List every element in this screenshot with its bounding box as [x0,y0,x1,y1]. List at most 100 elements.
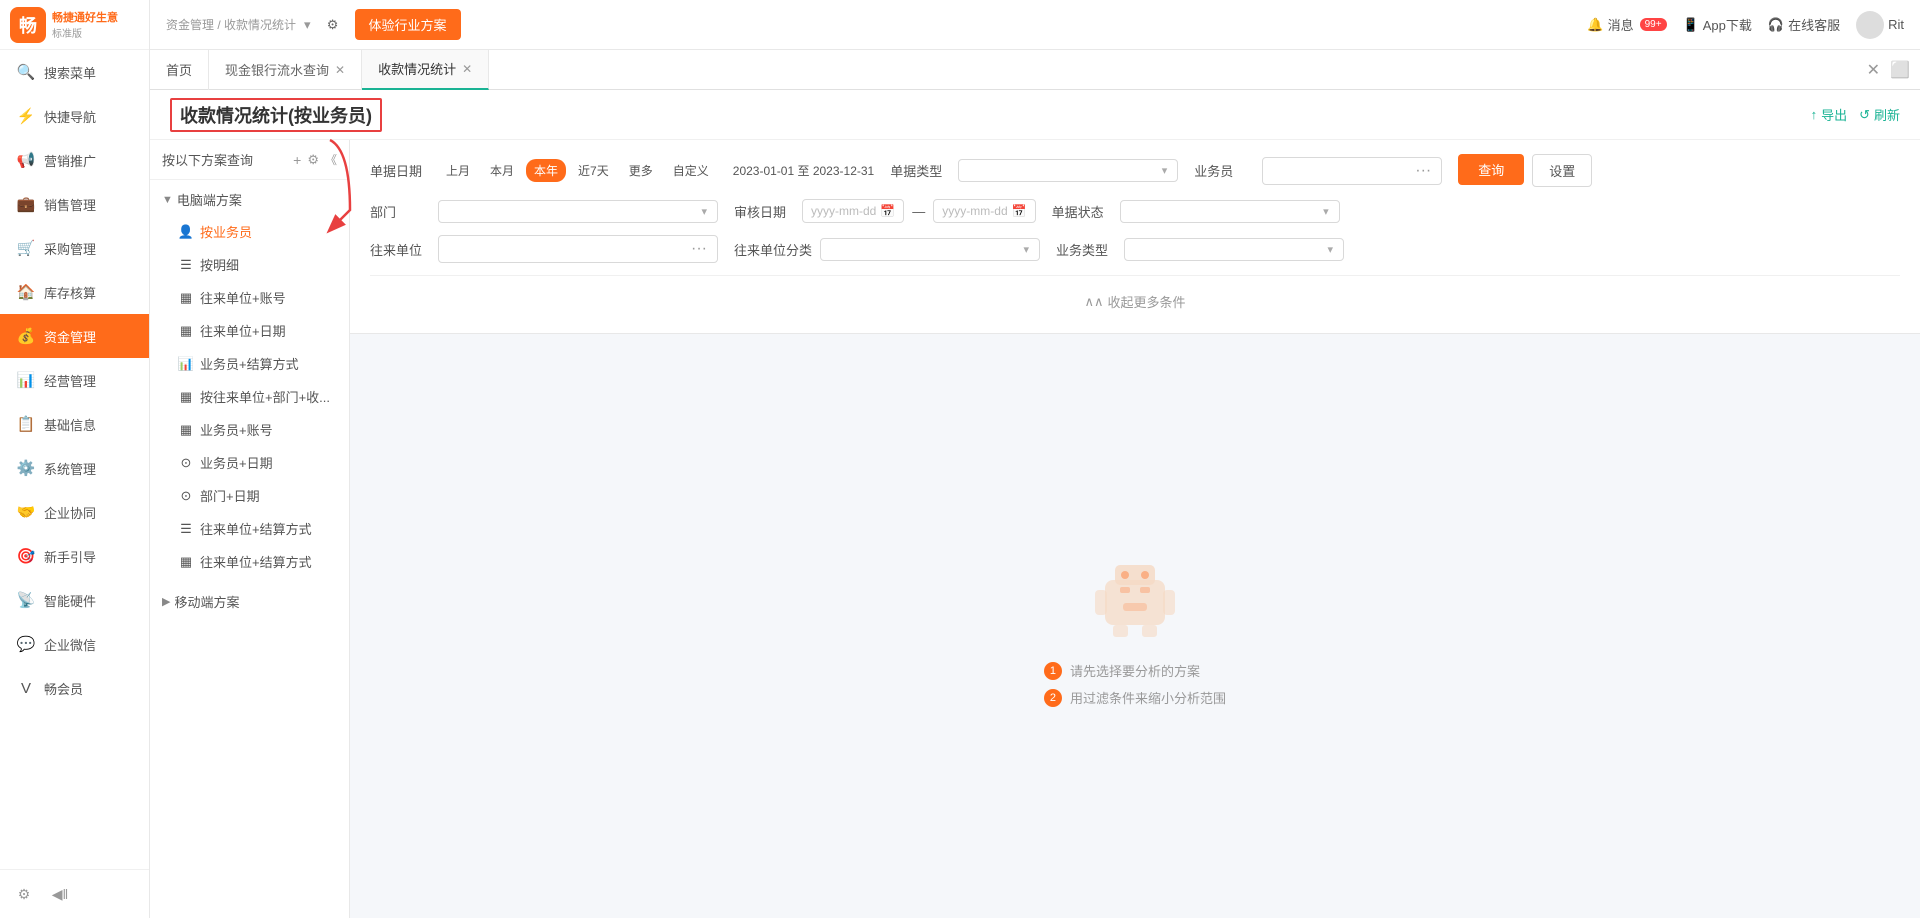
date-tab-more[interactable]: 更多 [621,159,661,182]
sidebar-item-basic[interactable]: 📋 基础信息 [0,402,149,446]
date-tab-custom[interactable]: 自定义 [665,159,717,182]
sidebar-item-wechat[interactable]: 💬 企业微信 [0,622,149,666]
logo-area: 畅 畅捷通好生意 标准版 [0,0,149,50]
sidebar-item-finance[interactable]: 💰 资金管理 [0,314,149,358]
trial-button[interactable]: 体验行业方案 [355,9,461,40]
sidebar-item-purchase[interactable]: 🛒 采购管理 [0,226,149,270]
empty-illustration [1085,545,1185,645]
add-scheme-icon[interactable]: + [293,152,301,168]
app-download-button[interactable]: 📱 App下载 [1683,15,1752,34]
scheme-item-unit-date[interactable]: ▦ 往来单位+日期 [150,314,349,347]
counterpart-type-select[interactable]: ▾ [820,238,1040,261]
scheme-item-by-detail[interactable]: ☰ 按明细 [150,248,349,281]
tab-home[interactable]: 首页 [150,50,209,90]
export-icon: ↑ [1811,107,1818,122]
empty-hint-2: 2 用过滤条件来缩小分析范围 [1044,688,1226,707]
sidebar-item-member[interactable]: V 畅会员 [0,666,149,710]
online-service-button[interactable]: 🎧 在线客服 [1768,15,1840,34]
sidebar-item-marketing[interactable]: 📢 营销推广 [0,138,149,182]
user-info[interactable]: Rit [1856,11,1904,39]
date-range-display: 2023-01-01 至 2023-12-31 [733,162,874,179]
sidebar-item-corp[interactable]: 🤝 企业协同 [0,490,149,534]
biz-type-filter: 业务类型 ▾ [1056,238,1344,261]
topbar-settings-icon[interactable]: ⚙ [319,11,347,39]
scheme-item-unit-account[interactable]: ▦ 往来单位+账号 [150,281,349,314]
settings-button[interactable]: 设置 [1532,154,1592,187]
sidebar-item-hardware[interactable]: 📡 智能硬件 [0,578,149,622]
sidebar-item-guide[interactable]: 🎯 新手引导 [0,534,149,578]
export-button[interactable]: ↑ 导出 [1811,105,1848,124]
scheme-item-by-staff[interactable]: 👤 按业务员 [150,215,349,248]
topbar: 资金管理 / 收款情况统计 ▾ ⚙ 体验行业方案 🔔 消息 99+ 📱 App下… [150,0,1920,50]
voucher-status-select[interactable]: ▾ [1120,200,1340,223]
search-icon: 🔍 [16,62,36,82]
refresh-button[interactable]: ↺ 刷新 [1859,105,1900,124]
unit-method1-icon: ☰ [178,521,194,537]
counterpart-more-icon[interactable]: ··· [691,240,707,258]
panel-collapse-icon[interactable]: 《 [325,151,337,168]
user-avatar [1856,11,1884,39]
tab-close-all-icon[interactable]: ✕ [1867,60,1880,80]
counterpart-type-label: 往来单位分类 [734,240,812,259]
counterpart-select[interactable]: ··· [438,235,718,263]
tab-bank[interactable]: 现金银行流水查询 ✕ [209,50,362,90]
dept-select[interactable]: ▾ [438,200,718,223]
scheme-item-unit-dept-coll[interactable]: ▦ 按往来单位+部门+收... [150,380,349,413]
refresh-icon: ↺ [1859,107,1870,123]
breadcrumb-dropdown-icon[interactable]: ▾ [304,17,311,33]
scheme-item-staff-method[interactable]: 📊 业务员+结算方式 [150,347,349,380]
scheme-item-unit-method1[interactable]: ☰ 往来单位+结算方式 [150,512,349,545]
main-content: 资金管理 / 收款情况统计 ▾ ⚙ 体验行业方案 🔔 消息 99+ 📱 App下… [150,0,1920,918]
sidebar-item-quicknav[interactable]: ⚡ 快捷导航 [0,94,149,138]
tabbar: 首页 现金银行流水查询 ✕ 收款情况统计 ✕ ✕ ⬜ [150,50,1920,90]
empty-hint-1: 1 请先选择要分析的方案 [1044,661,1226,680]
sidebar-item-operations[interactable]: 📊 经营管理 [0,358,149,402]
date-tab-this-year[interactable]: 本年 [526,159,566,182]
sidebar-item-search[interactable]: 🔍 搜索菜单 [0,50,149,94]
sidebar-item-system[interactable]: ⚙️ 系统管理 [0,446,149,490]
sidebar-item-inventory[interactable]: 🏠 库存核算 [0,270,149,314]
date-filter-item: 单据日期 上月 本月 本年 近7天 更多 自定义 2023-01-01 至 [370,159,874,182]
scheme-item-staff-account[interactable]: ▦ 业务员+账号 [150,413,349,446]
sidebar-collapse-button[interactable]: ◀‖ [46,880,74,908]
unit-account-icon: ▦ [178,290,194,306]
scheme-item-dept-date[interactable]: ⊙ 部门+日期 [150,479,349,512]
scheme-group-pc-header[interactable]: ▼ 电脑端方案 [150,184,349,215]
voucher-type-label: 单据类型 [890,161,950,180]
sidebar-settings-button[interactable]: ⚙ [10,880,38,908]
sidebar-item-sales[interactable]: 💼 销售管理 [0,182,149,226]
messages-button[interactable]: 🔔 消息 99+ [1587,15,1666,34]
staff-method-icon: 📊 [178,356,194,372]
tab-collection-close[interactable]: ✕ [462,62,472,76]
page-header: 收款情况统计(按业务员) ↑ 导出 ↺ 刷新 [150,90,1920,140]
date-tab-7days[interactable]: 近7天 [570,159,617,182]
sales-icon: 💼 [16,194,36,214]
staff-more-icon[interactable]: ··· [1415,162,1431,180]
page-header-actions: ↑ 导出 ↺ 刷新 [1811,105,1900,124]
review-date-to[interactable]: yyyy-mm-dd 📅 [933,199,1035,223]
voucher-status-label: 单据状态 [1052,202,1112,221]
scheme-settings-icon[interactable]: ⚙ [307,152,319,168]
voucher-type-select[interactable]: ▾ [958,159,1178,182]
sidebar-menu: 🔍 搜索菜单 ⚡ 快捷导航 📢 营销推广 💼 销售管理 🛒 采购管理 🏠 库存核… [0,50,149,869]
voucher-type-filter: 单据类型 ▾ [890,159,1178,182]
counterpart-type-chevron: ▾ [1023,243,1029,256]
hardware-icon: 📡 [16,590,36,610]
sidebar-bottom: ⚙ ◀‖ [0,869,149,918]
query-button[interactable]: 查询 [1458,154,1524,185]
tab-maximize-icon[interactable]: ⬜ [1890,60,1910,80]
scheme-item-staff-date[interactable]: ⊙ 业务员+日期 [150,446,349,479]
collapse-button[interactable]: ∧∧ 收起更多条件 [1084,292,1185,311]
tab-collection[interactable]: 收款情况统计 ✕ [362,50,489,90]
tab-bank-close[interactable]: ✕ [335,63,345,77]
scheme-group-mobile-header[interactable]: ▶ 移动端方案 [150,586,349,617]
biz-type-select[interactable]: ▾ [1124,238,1344,261]
scheme-item-unit-method2[interactable]: ▦ 往来单位+结算方式 [150,545,349,578]
date-tab-this-month[interactable]: 本月 [482,159,522,182]
review-date-from[interactable]: yyyy-mm-dd 📅 [802,199,904,223]
date-tab-last-month[interactable]: 上月 [438,159,478,182]
scheme-group-pc: ▼ 电脑端方案 👤 按业务员 ☰ 按明细 ▦ 往来单位+账号 ▦ 往来单位 [150,180,349,582]
voucher-status-filter: 单据状态 ▾ [1052,200,1340,223]
staff-select[interactable]: ··· [1262,157,1442,185]
date-tabs: 上月 本月 本年 近7天 更多 自定义 [438,159,717,182]
